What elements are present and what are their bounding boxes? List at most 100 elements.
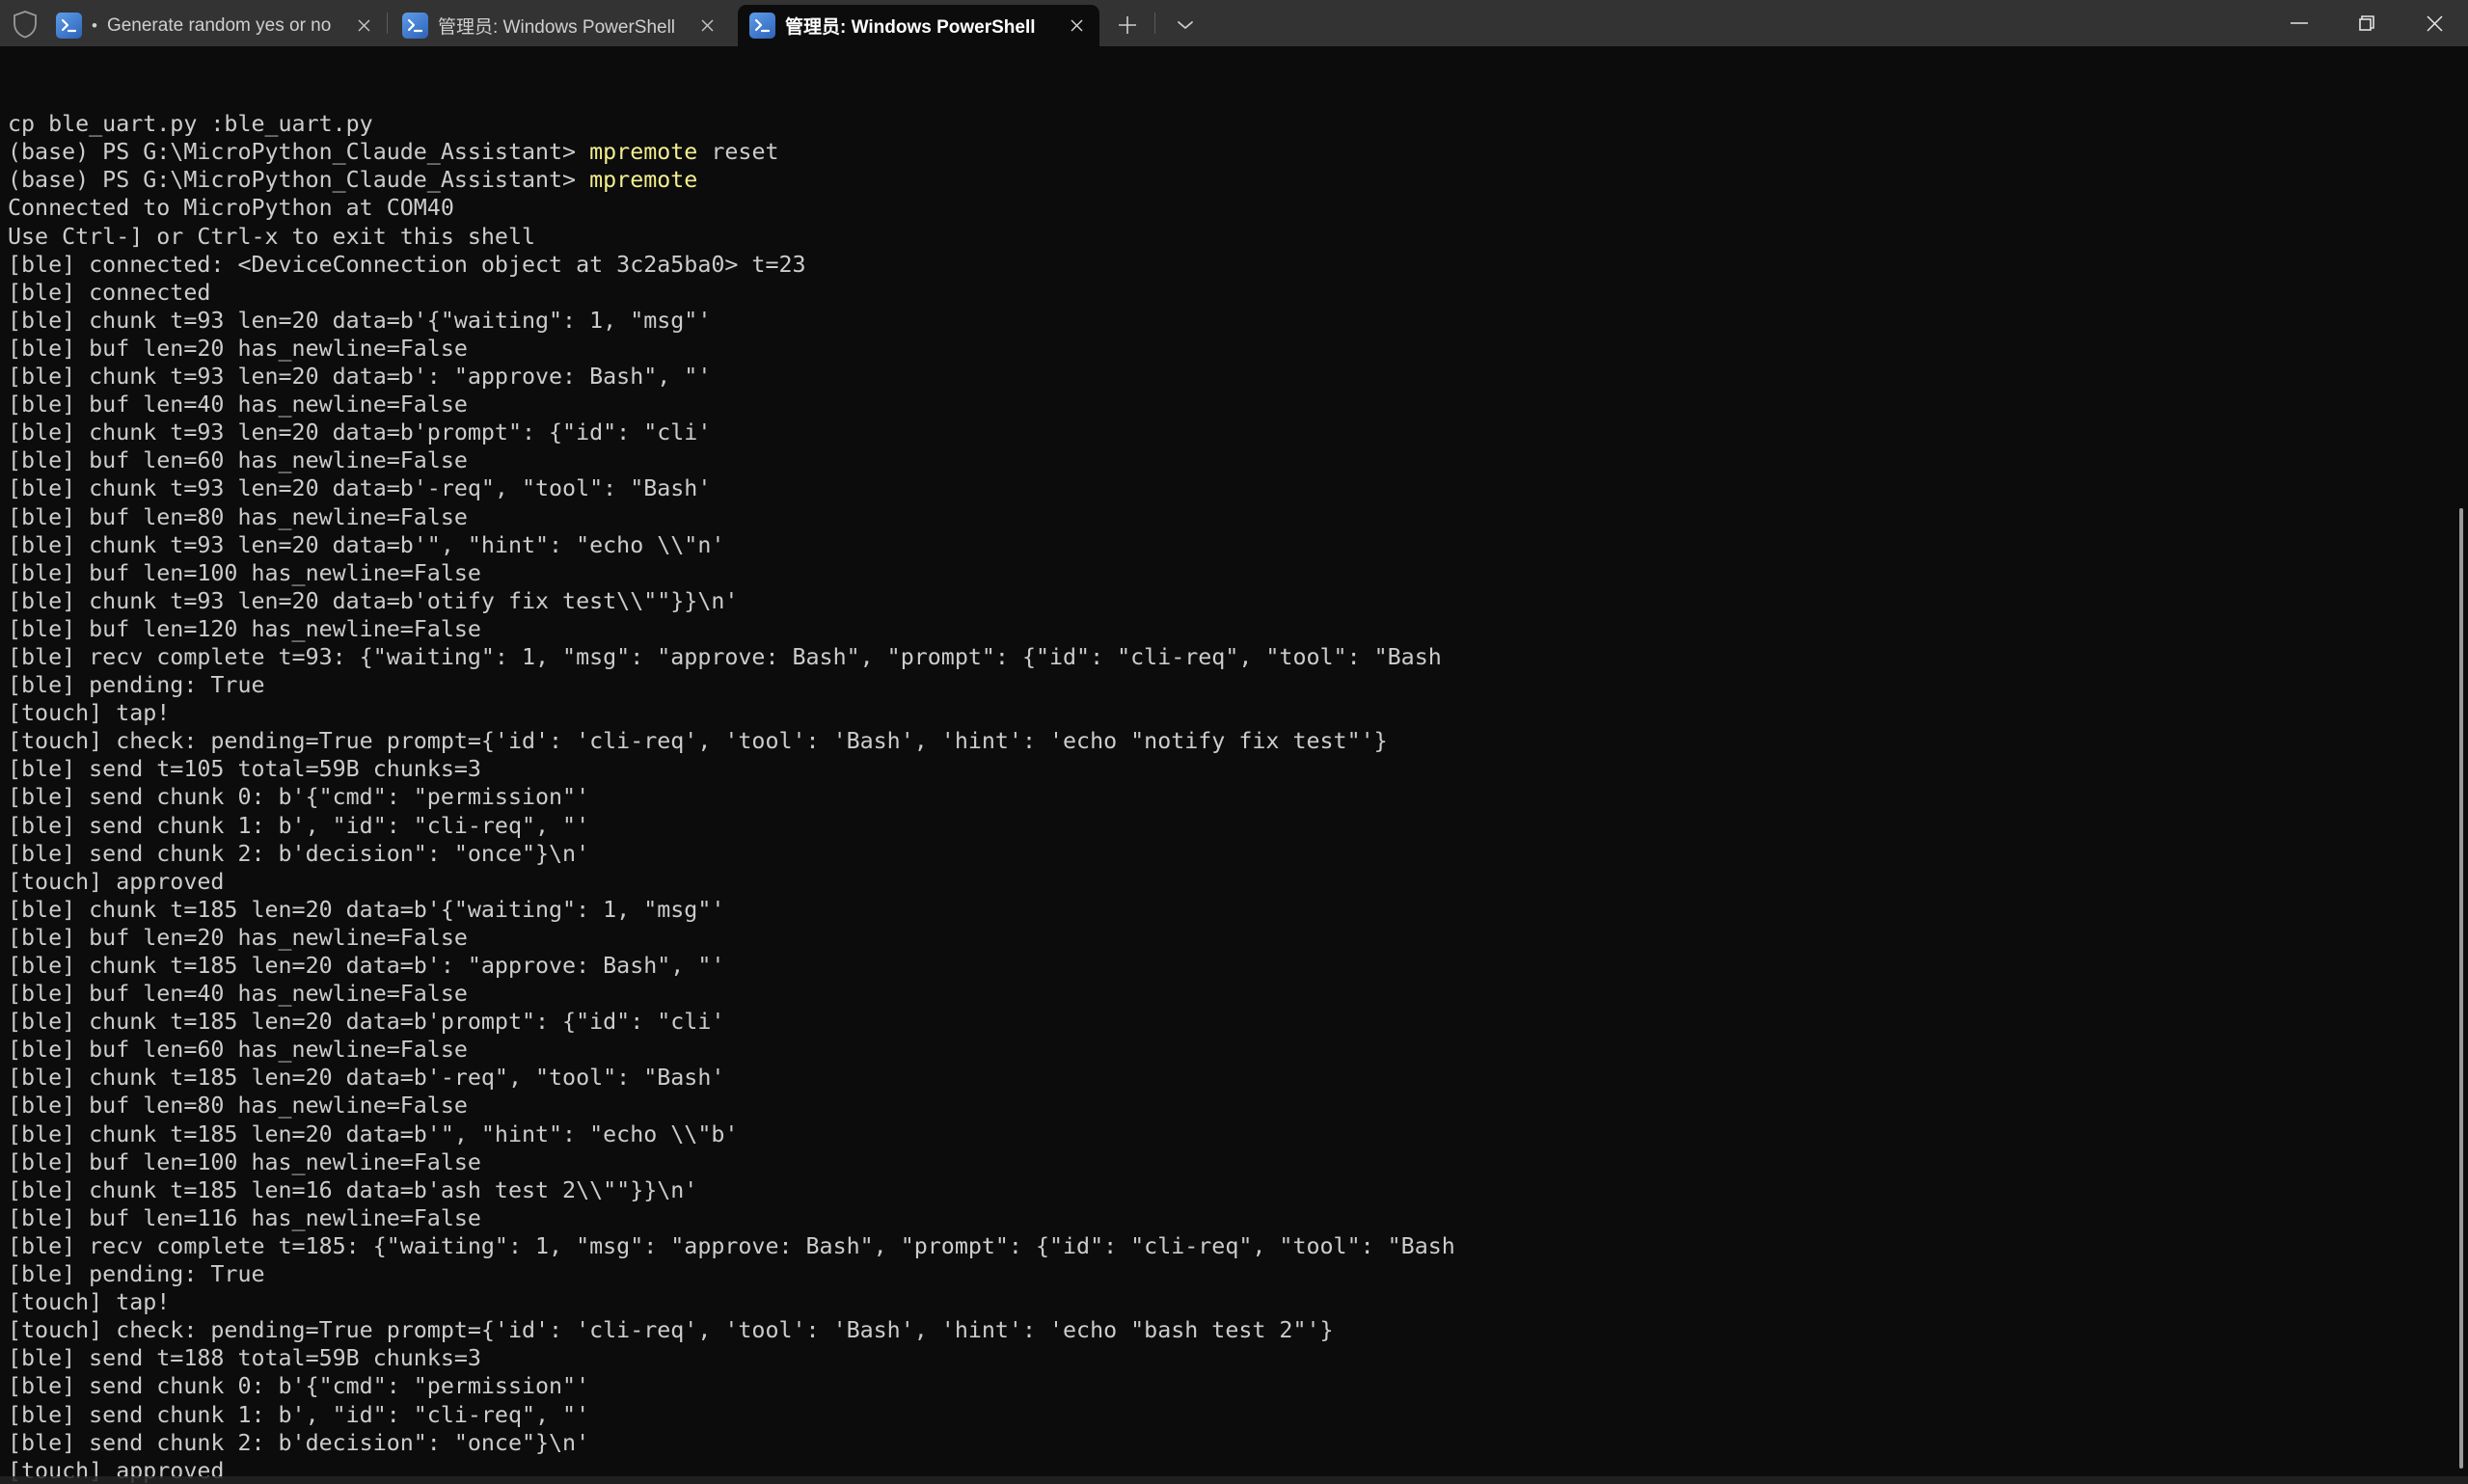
terminal-line: [ble] send t=188 total=59B chunks=3 (8, 1344, 2458, 1372)
terminal-line: (base) PS G:\MicroPython_Claude_Assistan… (8, 166, 2458, 194)
terminal-text-segment: [ble] connected (8, 280, 210, 306)
terminal-text-segment: [ble] send chunk 0: b'{"cmd": "permissio… (8, 784, 589, 810)
terminal-line: [ble] buf len=20 has_newline=False (8, 924, 2458, 952)
terminal-text-segment: [ble] pending: True (8, 1261, 265, 1287)
terminal-line: [touch] tap! (8, 1288, 2458, 1316)
tab-powershell-admin-1[interactable]: 管理员: Windows PowerShell (391, 5, 730, 46)
terminal-text-segment: [ble] buf len=80 has_newline=False (8, 504, 468, 530)
minimize-icon (2291, 21, 2308, 25)
restore-icon (2358, 14, 2375, 32)
terminal-line: [ble] chunk t=93 len=20 data=b'prompt": … (8, 418, 2458, 446)
terminal-line: [ble] send chunk 2: b'decision": "once"}… (8, 1429, 2458, 1457)
terminal-line: [touch] check: pending=True prompt={'id'… (8, 727, 2458, 755)
terminal-text-segment: [ble] chunk t=93 len=20 data=b': "approv… (8, 364, 711, 390)
terminal-line: cp ble_uart.py :ble_uart.py (8, 110, 2458, 138)
terminal-line: (base) PS G:\MicroPython_Claude_Assistan… (8, 138, 2458, 166)
terminal-line: [ble] send chunk 0: b'{"cmd": "permissio… (8, 1372, 2458, 1400)
terminal-text-segment: [ble] buf len=60 has_newline=False (8, 447, 468, 473)
terminal-line: [touch] approved (8, 868, 2458, 896)
terminal-line: [ble] send t=105 total=59B chunks=3 (8, 755, 2458, 783)
terminal-line: [ble] buf len=60 has_newline=False (8, 446, 2458, 474)
terminal-line: [ble] buf len=20 has_newline=False (8, 335, 2458, 363)
terminal-text-segment: Connected to MicroPython at COM40 (8, 195, 454, 221)
terminal-text-segment: Use Ctrl-] or Ctrl-x to exit this shell (8, 224, 535, 250)
terminal-line: [ble] chunk t=185 len=20 data=b'{"waitin… (8, 896, 2458, 924)
terminal-line: [ble] chunk t=93 len=20 data=b'otify fix… (8, 587, 2458, 615)
terminal-line: [ble] buf len=60 has_newline=False (8, 1036, 2458, 1064)
terminal-text-segment: [ble] buf len=116 has_newline=False (8, 1205, 481, 1231)
terminal-text-segment: [touch] check: pending=True prompt={'id'… (8, 1317, 1334, 1343)
terminal-text-segment: [ble] chunk t=93 len=20 data=b'-req", "t… (8, 475, 711, 501)
powershell-icon (749, 13, 775, 39)
terminal-line: [ble] chunk t=93 len=20 data=b'-req", "t… (8, 474, 2458, 502)
terminal-line: Use Ctrl-] or Ctrl-x to exit this shell (8, 223, 2458, 251)
terminal-line: [ble] buf len=80 has_newline=False (8, 503, 2458, 531)
close-tab-icon[interactable] (352, 14, 375, 38)
restore-button[interactable] (2333, 0, 2400, 46)
terminal-text-segment: [ble] recv complete t=93: {"waiting": 1,… (8, 644, 1442, 670)
terminal-text-segment: [ble] chunk t=93 len=20 data=b'otify fix… (8, 588, 738, 614)
terminal-text-segment: reset (697, 139, 778, 165)
terminal-line: [ble] buf len=40 has_newline=False (8, 980, 2458, 1008)
terminal-text-segment: [ble] buf len=20 has_newline=False (8, 925, 468, 951)
terminal-text-segment: [ble] chunk t=185 len=16 data=b'ash test… (8, 1177, 697, 1203)
terminal-line: [touch] check: pending=True prompt={'id'… (8, 1316, 2458, 1344)
close-tab-icon[interactable] (695, 14, 719, 38)
terminal-text-segment: [ble] connected: <DeviceConnection objec… (8, 252, 806, 278)
terminal-line: [ble] chunk t=185 len=20 data=b'prompt":… (8, 1008, 2458, 1036)
tab-dropdown-button[interactable] (1163, 4, 1207, 46)
terminal-text-segment: cp ble_uart.py :ble_uart.py (8, 111, 373, 137)
terminal-line: [ble] chunk t=185 len=20 data=b'-req", "… (8, 1064, 2458, 1092)
terminal-line: [ble] chunk t=93 len=20 data=b': "approv… (8, 363, 2458, 391)
terminal-line: Connected to MicroPython at COM40 (8, 194, 2458, 222)
terminal-text-segment: [ble] buf len=80 has_newline=False (8, 1093, 468, 1119)
terminal-text-segment: [ble] buf len=120 has_newline=False (8, 616, 481, 642)
terminal-text-segment: mpremote (589, 139, 697, 165)
minimize-button[interactable] (2265, 0, 2333, 46)
terminal-line: [ble] buf len=116 has_newline=False (8, 1204, 2458, 1232)
terminal-line: [ble] recv complete t=93: {"waiting": 1,… (8, 643, 2458, 671)
terminal-line: [ble] send chunk 1: b', "id": "cli-req",… (8, 1401, 2458, 1429)
terminal-text-segment: [ble] pending: True (8, 672, 265, 698)
terminal-text-segment: [ble] send chunk 1: b', "id": "cli-req",… (8, 813, 589, 839)
terminal-text-segment: [ble] buf len=100 has_newline=False (8, 1149, 481, 1175)
tab-label: Generate random yes or no c (107, 15, 335, 37)
terminal-line: [ble] buf len=100 has_newline=False (8, 559, 2458, 587)
terminal-text-segment: [ble] chunk t=93 len=20 data=b'prompt": … (8, 419, 711, 445)
terminal-text-segment: [touch] tap! (8, 1289, 170, 1315)
terminal-line: [ble] send chunk 0: b'{"cmd": "permissio… (8, 783, 2458, 811)
scrollbar-thumb[interactable] (2459, 508, 2463, 1469)
powershell-icon (56, 13, 82, 39)
terminal-text-segment: [ble] send chunk 2: b'decision": "once"}… (8, 841, 589, 867)
terminal-line: [ble] buf len=120 has_newline=False (8, 615, 2458, 643)
terminal-text-segment: [ble] send chunk 1: b', "id": "cli-req",… (8, 1402, 589, 1428)
new-tab-button[interactable] (1105, 4, 1150, 46)
terminal-text-segment: [ble] chunk t=185 len=20 data=b'{"waitin… (8, 897, 724, 923)
terminal-text-segment: [ble] chunk t=185 len=20 data=b': "appro… (8, 953, 724, 979)
terminal-line: [ble] chunk t=93 len=20 data=b'", "hint"… (8, 531, 2458, 559)
terminal-line: [ble] chunk t=185 len=20 data=b': "appro… (8, 952, 2458, 980)
unsaved-dot-icon: • (92, 16, 97, 36)
terminal-viewport[interactable]: cp ble_uart.py :ble_uart.py(base) PS G:\… (0, 46, 2468, 1484)
titlebar-drag-region[interactable] (1215, 0, 2265, 46)
terminal-text-segment: [ble] recv complete t=185: {"waiting": 1… (8, 1233, 1455, 1259)
terminal-text-segment: [ble] send chunk 0: b'{"cmd": "permissio… (8, 1373, 589, 1399)
titlebar: • Generate random yes or no c 管理员: Windo… (0, 0, 2468, 46)
terminal-line: [ble] buf len=80 has_newline=False (8, 1092, 2458, 1120)
close-tab-icon[interactable] (1065, 14, 1088, 38)
terminal-line: [ble] buf len=100 has_newline=False (8, 1148, 2458, 1176)
terminal-text-segment: (base) PS G:\MicroPython_Claude_Assistan… (8, 167, 589, 193)
terminal-window: • Generate random yes or no c 管理员: Windo… (0, 0, 2468, 1484)
terminal-text-segment: [ble] buf len=40 has_newline=False (8, 391, 468, 418)
tab-divider (387, 13, 388, 34)
close-icon (2427, 15, 2443, 32)
terminal-output: cp ble_uart.py :ble_uart.py(base) PS G:\… (8, 110, 2458, 1484)
terminal-text-segment: [ble] chunk t=185 len=20 data=b'", "hint… (8, 1121, 738, 1147)
close-window-button[interactable] (2400, 0, 2468, 46)
terminal-line: [ble] buf len=40 has_newline=False (8, 391, 2458, 418)
tab-divider (1154, 13, 1155, 34)
tab-generate-random[interactable]: • Generate random yes or no c (44, 5, 387, 46)
terminal-text-segment: [ble] chunk t=93 len=20 data=b'{"waiting… (8, 308, 711, 334)
admin-shield-icon (12, 10, 39, 39)
tab-powershell-admin-2[interactable]: 管理员: Windows PowerShell (738, 5, 1099, 46)
